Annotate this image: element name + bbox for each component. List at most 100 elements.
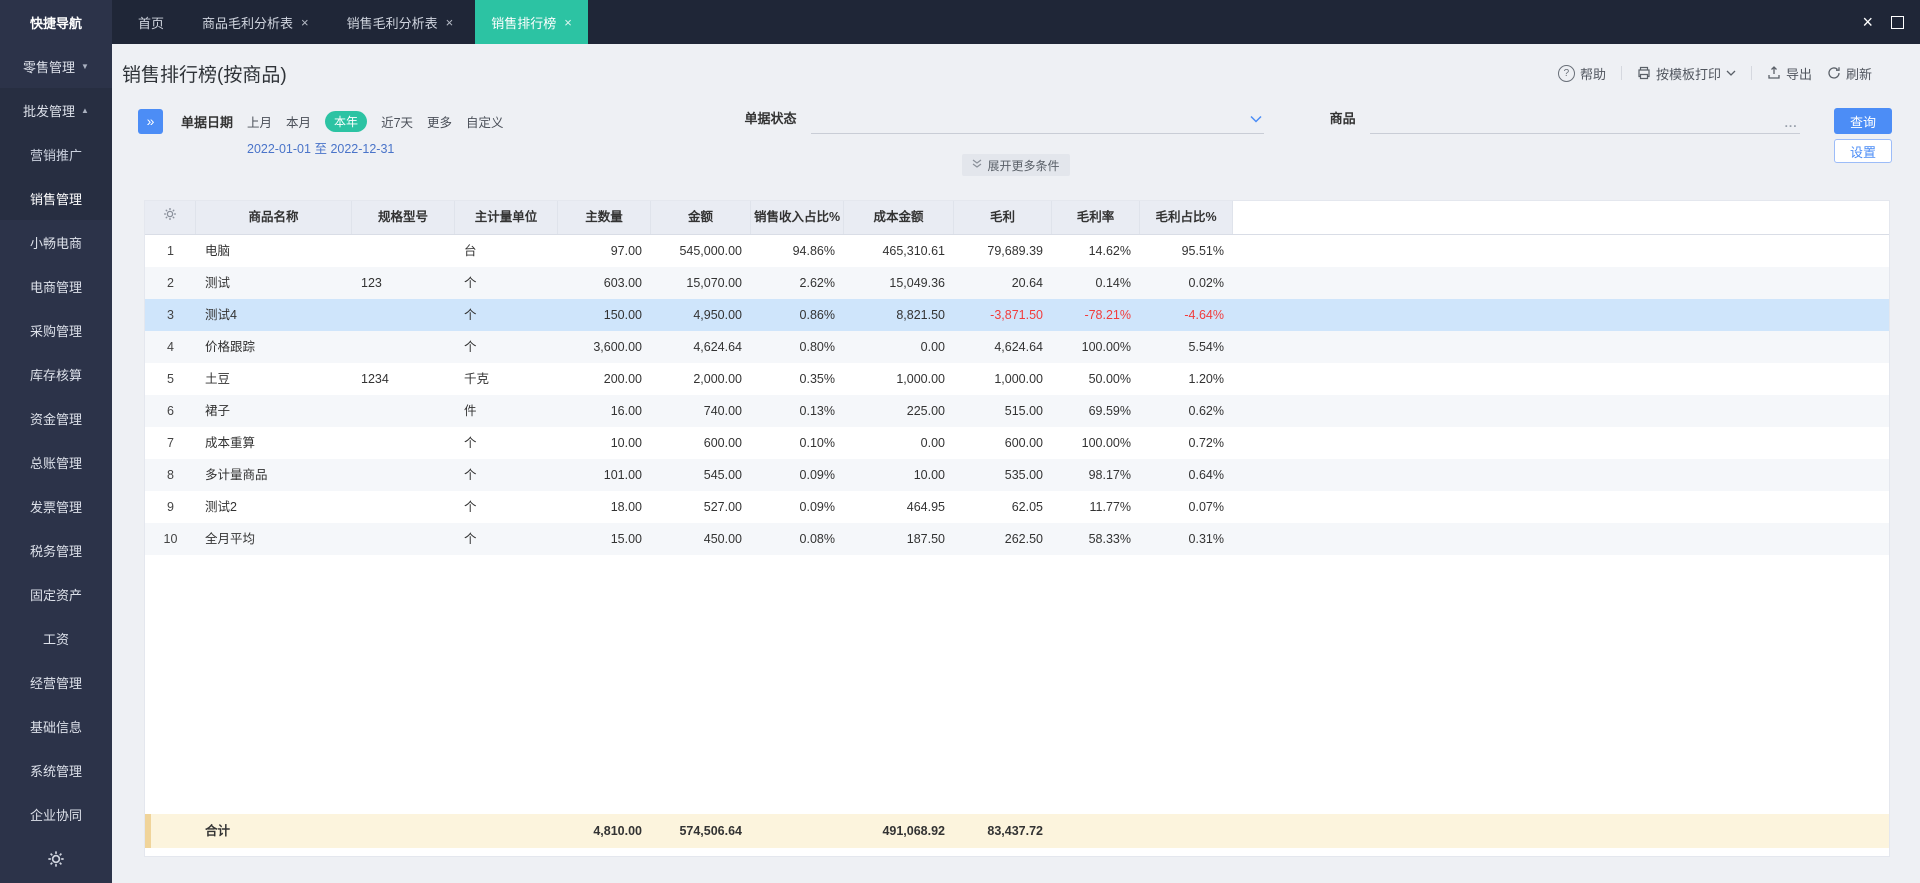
export-button[interactable]: 导出 bbox=[1767, 64, 1812, 83]
sidebar-item[interactable]: 采购管理 bbox=[0, 308, 112, 352]
cell: 0.64% bbox=[1188, 468, 1224, 482]
sidebar-item[interactable]: 固定资产 bbox=[0, 572, 112, 616]
column-header[interactable]: 金额 bbox=[651, 201, 751, 234]
column-header[interactable]: 主计量单位 bbox=[455, 201, 558, 234]
sidebar-settings-button[interactable] bbox=[0, 839, 112, 883]
sidebar-item[interactable]: 发票管理 bbox=[0, 484, 112, 528]
cell: 545.00 bbox=[703, 468, 742, 482]
maximize-icon[interactable] bbox=[1891, 15, 1904, 29]
table-row[interactable]: 1 电脑 台 97.00 545,000.00 94.86% 465,310.61 79,68… bbox=[145, 235, 1889, 267]
table-row[interactable]: 7 成本重算 个 10.00 600.00 0.10% 0.00 600.00 100.00% 0… bbox=[145, 427, 1889, 459]
table-row[interactable]: 2 测试 123 个 603.00 15,070.00 2.62% 15,049.36 20.6… bbox=[145, 267, 1889, 299]
sidebar-item[interactable]: 系统管理 bbox=[0, 748, 112, 792]
sidebar-item-label: 电商管理 bbox=[29, 279, 82, 295]
sidebar-item[interactable]: 基础信息 bbox=[0, 704, 112, 748]
total-cell: 83,437.72 bbox=[987, 824, 1043, 838]
cell: 0.00 bbox=[920, 436, 945, 450]
total-cell: 合计 bbox=[205, 824, 231, 838]
cell: -4.64% bbox=[1184, 308, 1224, 322]
cell: 测试4 bbox=[205, 308, 237, 322]
product-input[interactable]: ... bbox=[1369, 108, 1800, 134]
sidebar-item[interactable]: 营销推广 bbox=[0, 132, 112, 176]
sidebar-item[interactable]: 经营管理 bbox=[0, 660, 112, 704]
cell: 225.00 bbox=[906, 404, 945, 418]
column-header[interactable]: 主数量 bbox=[558, 201, 651, 234]
sidebar-item[interactable]: 电商管理 bbox=[0, 264, 112, 308]
date-quick-option[interactable]: 近7天 bbox=[381, 112, 413, 131]
row-number: 6 bbox=[167, 404, 174, 418]
cell: 价格跟踪 bbox=[205, 340, 256, 354]
main-area: 首页 商品毛利分析表 × 销售毛利分析表 × 销售排行榜 × × 销售排行榜(按商品) ? … bbox=[112, 0, 1920, 883]
sidebar-item[interactable]: 库存核算 bbox=[0, 352, 112, 396]
refresh-button[interactable]: 刷新 bbox=[1827, 64, 1872, 83]
ellipsis-icon[interactable]: ... bbox=[1785, 116, 1800, 133]
help-button[interactable]: ? 帮助 bbox=[1557, 64, 1606, 83]
table-row[interactable]: 10 全月平均 个 15.00 450.00 0.08% 187.50 262.50 58.33… bbox=[145, 523, 1889, 555]
sidebar-item[interactable]: 工资 bbox=[0, 616, 112, 660]
status-filter: 单据状态 bbox=[745, 108, 1264, 134]
date-quick-option[interactable]: 更多 bbox=[427, 112, 452, 131]
sidebar-item-label: 税务管理 bbox=[29, 543, 82, 559]
table-row[interactable]: 9 测试2 个 18.00 527.00 0.09% 464.95 62.05 11.77% 0.… bbox=[145, 491, 1889, 523]
sidebar-item[interactable]: 零售管理 ▼ bbox=[0, 44, 112, 88]
sidebar-item-label: 销售管理 bbox=[29, 191, 82, 207]
sidebar-item[interactable]: 快捷导航 bbox=[0, 0, 112, 44]
table-row[interactable]: 6 裙子 件 16.00 740.00 0.13% 225.00 515.00 69.59% 0.… bbox=[145, 395, 1889, 427]
date-quick-option[interactable]: 自定义 bbox=[466, 112, 504, 131]
column-header[interactable]: 商品名称 bbox=[196, 201, 352, 234]
chevron-down-icon[interactable] bbox=[1726, 70, 1736, 76]
tab[interactable]: 商品毛利分析表 × bbox=[186, 0, 325, 44]
table-row[interactable]: 3 测试4 个 150.00 4,950.00 0.86% 8,821.50 -3,871.5… bbox=[145, 299, 1889, 331]
column-header[interactable]: 成本金额 bbox=[844, 201, 954, 234]
tab-label: 首页 bbox=[138, 15, 165, 31]
status-select[interactable] bbox=[810, 108, 1264, 134]
cell: 成本重算 bbox=[205, 436, 256, 450]
close-icon[interactable]: × bbox=[1862, 13, 1873, 31]
table-row[interactable]: 4 价格跟踪 个 3,600.00 4,624.64 0.80% 0.00 4,624.64 1… bbox=[145, 331, 1889, 363]
tab-close-icon[interactable]: × bbox=[446, 15, 454, 30]
tab-close-icon[interactable]: × bbox=[301, 15, 309, 30]
total-cell bbox=[352, 814, 455, 848]
tab[interactable]: 销售排行榜 × bbox=[475, 0, 588, 44]
chevron-down-icon[interactable] bbox=[1250, 110, 1264, 133]
cell: 16.00 bbox=[610, 404, 642, 418]
sidebar-item-label: 企业协同 bbox=[29, 807, 82, 823]
cell: 545,000.00 bbox=[679, 244, 742, 258]
cell: 98.17% bbox=[1088, 468, 1131, 482]
app-window: 快捷导航 零售管理 ▼ 批发管理 ▲ 营销推广销售管理小畅电商电商管理采购管理 库存核算 资金… bbox=[0, 0, 1920, 883]
date-quick-option[interactable]: 本月 bbox=[286, 112, 311, 131]
table-row[interactable]: 5 土豆 1234 千克 200.00 2,000.00 0.35% 1,000.00 1,00… bbox=[145, 363, 1889, 395]
date-quick-option[interactable]: 本年 bbox=[325, 110, 368, 132]
row-number: 7 bbox=[167, 436, 174, 450]
tab-close-icon[interactable]: × bbox=[564, 15, 572, 30]
expand-more-button[interactable]: 展开更多条件 bbox=[962, 154, 1070, 176]
cell: 15.00 bbox=[610, 532, 642, 546]
row-number: 2 bbox=[167, 276, 174, 290]
cell: 100.00% bbox=[1081, 436, 1131, 450]
tab[interactable]: 首页 bbox=[122, 0, 180, 44]
sidebar-item[interactable]: 批发管理 ▲ bbox=[0, 88, 112, 132]
cell: 1.20% bbox=[1188, 372, 1224, 386]
table-row[interactable]: 8 多计量商品 个 101.00 545.00 0.09% 10.00 535.00 98.17… bbox=[145, 459, 1889, 491]
table-empty-space bbox=[145, 555, 1889, 814]
column-config-button[interactable] bbox=[145, 201, 196, 234]
sidebar-item[interactable]: 总账管理 bbox=[0, 440, 112, 484]
cell: 测试 bbox=[205, 276, 231, 290]
column-header[interactable]: 毛利 bbox=[954, 201, 1052, 234]
column-header[interactable]: 毛利占比% bbox=[1140, 201, 1233, 234]
print-template-button[interactable]: 按模板打印 bbox=[1637, 64, 1736, 83]
collapse-filter-button[interactable]: » bbox=[138, 109, 163, 134]
column-header[interactable]: 销售收入占比% bbox=[751, 201, 844, 234]
query-button[interactable]: 查询 bbox=[1834, 108, 1892, 134]
tab[interactable]: 销售毛利分析表 × bbox=[331, 0, 470, 44]
sidebar-item[interactable]: 税务管理 bbox=[0, 528, 112, 572]
sidebar-item[interactable]: 资金管理 bbox=[0, 396, 112, 440]
column-header[interactable]: 毛利率 bbox=[1052, 201, 1140, 234]
sidebar-item[interactable]: 小畅电商 bbox=[0, 220, 112, 264]
sidebar-item[interactable]: 销售管理 bbox=[0, 176, 112, 220]
table-column-headers: 商品名称 规格型号 主计量单位 主数量 金额 销售收入占比% 成本金额 毛利 毛利率 毛利占比% bbox=[196, 201, 1233, 234]
cell: 10.00 bbox=[913, 468, 945, 482]
date-quick-option[interactable]: 上月 bbox=[247, 112, 272, 131]
column-header[interactable]: 规格型号 bbox=[352, 201, 455, 234]
sidebar-item[interactable]: 企业协同 bbox=[0, 792, 112, 836]
